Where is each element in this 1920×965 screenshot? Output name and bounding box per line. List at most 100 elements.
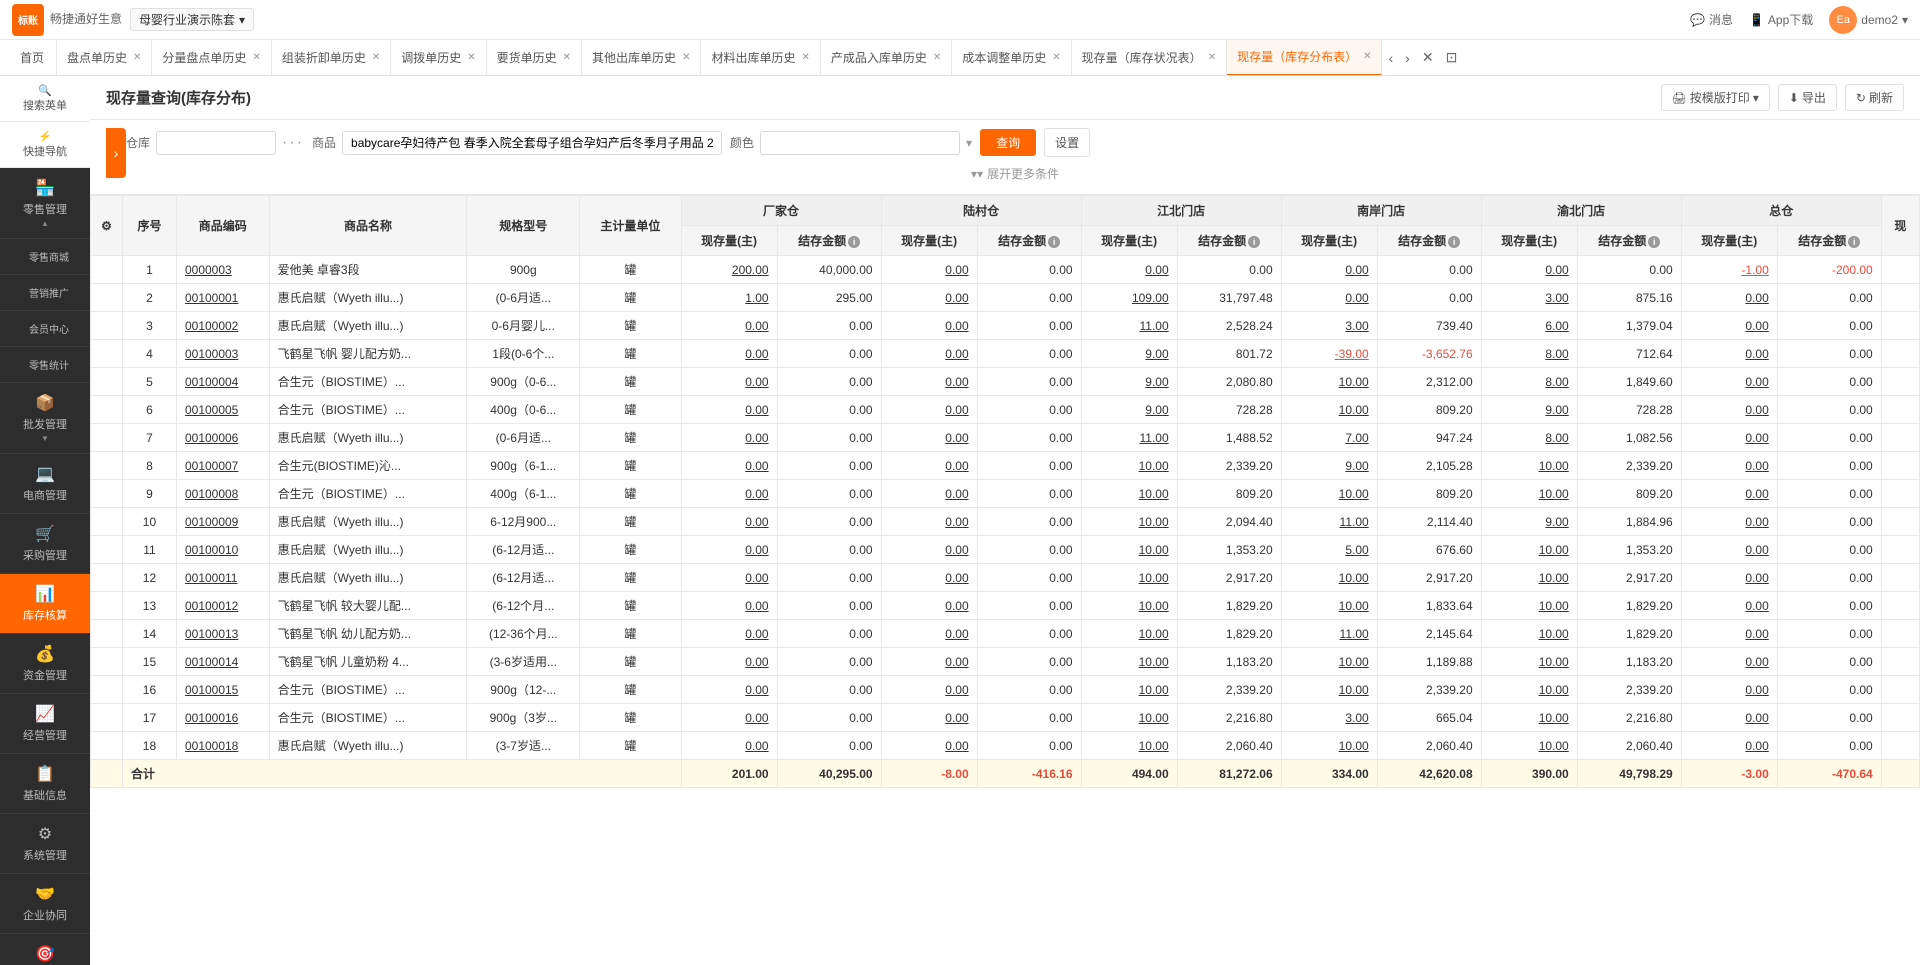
cell-c5-qty[interactable]: 10.00 [1481, 480, 1577, 508]
cell-code[interactable]: 00100010 [176, 536, 269, 564]
cell-tot-qty[interactable]: 0.00 [1681, 480, 1777, 508]
cell-tot-qty[interactable]: 0.00 [1681, 396, 1777, 424]
cell-c2-qty[interactable]: 0.00 [881, 284, 977, 312]
close-icon[interactable]: ✕ [467, 52, 475, 63]
sidebar-item-retail-mgmt[interactable]: 🏪 零售管理 ▲ [0, 168, 90, 239]
cell-c4-qty[interactable]: 10.00 [1281, 676, 1377, 704]
cell-c5-qty[interactable]: 10.00 [1481, 676, 1577, 704]
cell-c1-qty[interactable]: 0.00 [681, 732, 777, 760]
export-btn[interactable]: ⬇ 导出 [1778, 84, 1837, 111]
sidebar-item-guide[interactable]: 🎯 新手引导 [0, 934, 90, 965]
tab-expand[interactable]: ⊡ [1440, 49, 1464, 66]
cell-c5-qty[interactable]: 10.00 [1481, 648, 1577, 676]
cell-tot-qty[interactable]: 0.00 [1681, 284, 1777, 312]
cell-tot-qty[interactable]: 0.00 [1681, 592, 1777, 620]
info-icon[interactable]: i [1848, 236, 1860, 248]
cell-tot-qty[interactable]: 0.00 [1681, 312, 1777, 340]
cell-tot-qty[interactable]: 0.00 [1681, 368, 1777, 396]
industry-selector[interactable]: 母婴行业演示陈套 ▾ [130, 8, 254, 31]
cell-c3-qty[interactable]: 9.00 [1081, 368, 1177, 396]
cell-c5-qty[interactable]: 10.00 [1481, 452, 1577, 480]
cell-code[interactable]: 00100002 [176, 312, 269, 340]
cell-c1-qty[interactable]: 0.00 [681, 452, 777, 480]
cell-c2-qty[interactable]: 0.00 [881, 732, 977, 760]
tab-scroll-right[interactable]: › [1399, 50, 1416, 66]
sidebar-item-member[interactable]: 会员中心 [0, 311, 90, 347]
settings-btn[interactable]: 设置 [1044, 128, 1090, 157]
tab-6[interactable]: 其他出库单历史 ✕ [582, 40, 701, 76]
sidebar-item-retail-stats[interactable]: 零售统计 [0, 347, 90, 383]
cell-c2-qty[interactable]: 0.00 [881, 592, 977, 620]
close-icon[interactable]: ✕ [1208, 52, 1216, 63]
cell-c1-qty[interactable]: 0.00 [681, 312, 777, 340]
cell-c2-qty[interactable]: 0.00 [881, 536, 977, 564]
cell-c3-qty[interactable]: 10.00 [1081, 648, 1177, 676]
cell-code[interactable]: 00100013 [176, 620, 269, 648]
refresh-btn[interactable]: ↻ 刷新 [1845, 84, 1904, 111]
cell-tot-qty[interactable]: 0.00 [1681, 536, 1777, 564]
cell-c3-qty[interactable]: 10.00 [1081, 676, 1177, 704]
tab-3[interactable]: 组装折卸单历史 ✕ [272, 40, 391, 76]
cell-c2-qty[interactable]: 0.00 [881, 312, 977, 340]
dots-icon[interactable]: ··· [282, 134, 304, 152]
cell-code[interactable]: 00100006 [176, 424, 269, 452]
cell-code[interactable]: 00100015 [176, 676, 269, 704]
cell-c3-qty[interactable]: 10.00 [1081, 508, 1177, 536]
cell-c1-qty[interactable]: 1.00 [681, 284, 777, 312]
cell-c4-qty[interactable]: 10.00 [1281, 592, 1377, 620]
cell-c5-qty[interactable]: 3.00 [1481, 284, 1577, 312]
cell-tot-qty[interactable]: 0.00 [1681, 704, 1777, 732]
cell-code[interactable]: 00100003 [176, 340, 269, 368]
cell-tot-qty[interactable]: 0.00 [1681, 340, 1777, 368]
cell-code[interactable]: 00100016 [176, 704, 269, 732]
close-icon[interactable]: ✕ [801, 52, 809, 63]
cell-c3-qty[interactable]: 109.00 [1081, 284, 1177, 312]
tab-8[interactable]: 产成品入库单历史 ✕ [821, 40, 952, 76]
cell-c1-qty[interactable]: 0.00 [681, 620, 777, 648]
cell-c5-qty[interactable]: 0.00 [1481, 256, 1577, 284]
sidebar-item-inventory[interactable]: 📊 库存核算 [0, 574, 90, 634]
cell-code[interactable]: 00100005 [176, 396, 269, 424]
cell-code[interactable]: 00100007 [176, 452, 269, 480]
close-icon[interactable]: ✕ [933, 52, 941, 63]
cell-c2-qty[interactable]: 0.00 [881, 396, 977, 424]
cell-c2-qty[interactable]: 0.00 [881, 676, 977, 704]
cell-c2-qty[interactable]: 0.00 [881, 452, 977, 480]
tab-9[interactable]: 成本调整单历史 ✕ [952, 40, 1071, 76]
close-icon[interactable]: ✕ [372, 52, 380, 63]
cell-c3-qty[interactable]: 10.00 [1081, 592, 1177, 620]
cell-c1-qty[interactable]: 0.00 [681, 508, 777, 536]
sidebar-item-purchase[interactable]: 🛒 采购管理 [0, 514, 90, 574]
cell-c1-qty[interactable]: 0.00 [681, 480, 777, 508]
tab-close-all[interactable]: ✕ [1416, 49, 1440, 66]
cell-c1-qty[interactable]: 0.00 [681, 340, 777, 368]
cell-c2-qty[interactable]: 0.00 [881, 508, 977, 536]
cell-c5-qty[interactable]: 8.00 [1481, 424, 1577, 452]
close-icon[interactable]: ✕ [1363, 51, 1371, 62]
user-menu[interactable]: Ea demo2 ▾ [1829, 6, 1908, 34]
cell-code[interactable]: 00100008 [176, 480, 269, 508]
cell-c5-qty[interactable]: 8.00 [1481, 368, 1577, 396]
cell-c4-qty[interactable]: 10.00 [1281, 732, 1377, 760]
cell-code[interactable]: 00100004 [176, 368, 269, 396]
color-input[interactable] [760, 131, 960, 155]
cell-c4-qty[interactable]: -39.00 [1281, 340, 1377, 368]
cell-c3-qty[interactable]: 10.00 [1081, 452, 1177, 480]
sidebar-item-nav[interactable]: ⚡ 快捷导航 [0, 122, 90, 168]
expand-filter-btn[interactable]: › [106, 128, 126, 178]
tab-11-active[interactable]: 现存量（库存分布表）✕ [1227, 40, 1382, 76]
info-icon[interactable]: i [1048, 236, 1060, 248]
sidebar-item-ecommerce[interactable]: 💻 电商管理 [0, 454, 90, 514]
cell-c3-qty[interactable]: 0.00 [1081, 256, 1177, 284]
cell-c4-qty[interactable]: 5.00 [1281, 536, 1377, 564]
close-icon[interactable]: ✕ [252, 52, 260, 63]
cell-c1-qty[interactable]: 0.00 [681, 648, 777, 676]
tab-2[interactable]: 分量盘点单历史 ✕ [152, 40, 271, 76]
cell-c1-qty[interactable]: 0.00 [681, 592, 777, 620]
cell-c5-qty[interactable]: 10.00 [1481, 564, 1577, 592]
cell-tot-qty[interactable]: -1.00 [1681, 256, 1777, 284]
sidebar-item-operations[interactable]: 📈 经营管理 [0, 694, 90, 754]
message-btn[interactable]: 💬 消息 [1690, 11, 1733, 28]
cell-c4-qty[interactable]: 0.00 [1281, 256, 1377, 284]
cell-c3-qty[interactable]: 11.00 [1081, 312, 1177, 340]
